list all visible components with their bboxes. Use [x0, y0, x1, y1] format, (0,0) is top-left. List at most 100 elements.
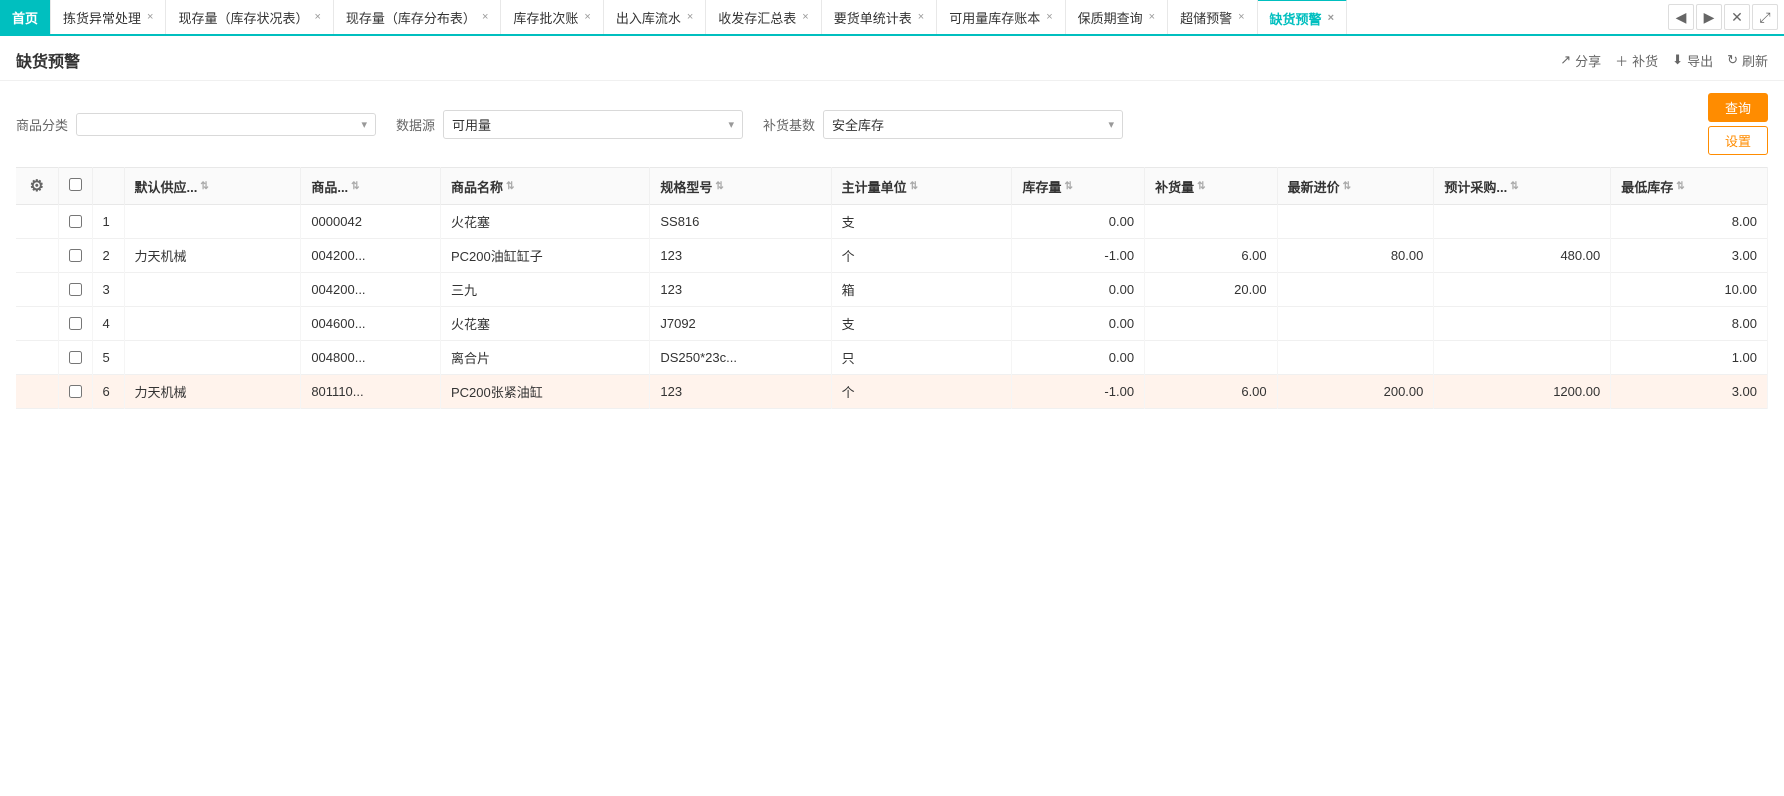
nav-prev-button[interactable]: ◀ [1668, 4, 1694, 30]
cell-unit-0: 支 [831, 205, 1012, 239]
cell-est-purchase-0 [1434, 205, 1611, 239]
settings-button[interactable]: 设置 [1708, 126, 1768, 155]
nav-tab-10-label: 超储预警 [1180, 8, 1232, 27]
datasource-select[interactable]: 可用量 ▾ [443, 110, 743, 139]
cell-unit-4: 只 [831, 341, 1012, 375]
nav-tab-7[interactable]: 要货单统计表 × [822, 0, 937, 35]
replenish-icon: ＋ [1615, 51, 1628, 70]
cell-settings-5 [16, 375, 58, 409]
share-action[interactable]: ↗ 分享 [1560, 51, 1601, 70]
table-row[interactable]: 4 004600... 火花塞 J7092 支 0.00 8.00 [16, 307, 1768, 341]
nav-tab-1-close[interactable]: × [147, 11, 153, 23]
th-replenish-qty[interactable]: 补货量 ⇅ [1145, 168, 1278, 205]
query-button[interactable]: 查询 [1708, 93, 1768, 122]
nav-tab-2-close[interactable]: × [314, 11, 320, 23]
cell-checkbox-2[interactable] [58, 273, 92, 307]
cell-checkbox-4[interactable] [58, 341, 92, 375]
th-min-stock[interactable]: 最低库存 ⇅ [1611, 168, 1768, 205]
nav-next-button[interactable]: ▶ [1696, 4, 1722, 30]
cell-replenish-qty-5: 6.00 [1145, 375, 1278, 409]
th-code[interactable]: 商品... ⇅ [301, 168, 441, 205]
settings-icon[interactable]: ⚙ [30, 178, 44, 195]
cell-checkbox-0[interactable] [58, 205, 92, 239]
cell-spec-1: 123 [650, 239, 831, 273]
cell-supplier-2 [124, 273, 301, 307]
row-checkbox-0[interactable] [69, 215, 82, 228]
th-stock-label: 库存量 [1022, 177, 1061, 196]
nav-tab-7-close[interactable]: × [918, 11, 924, 23]
row-checkbox-2[interactable] [69, 283, 82, 296]
replenish-filter-label: 补货基数 [763, 115, 815, 134]
page-header: 缺货预警 ↗ 分享 ＋ 补货 ⬇ 导出 ↻ 刷新 [0, 36, 1784, 81]
table-row[interactable]: 2 力天机械 004200... PC200油缸缸子 123 个 -1.00 6… [16, 239, 1768, 273]
cell-supplier-1: 力天机械 [124, 239, 301, 273]
th-spec[interactable]: 规格型号 ⇅ [650, 168, 831, 205]
cell-supplier-0 [124, 205, 301, 239]
nav-tab-10[interactable]: 超储预警 × [1168, 0, 1257, 35]
th-est-purchase[interactable]: 预计采购... ⇅ [1434, 168, 1611, 205]
row-checkbox-5[interactable] [69, 385, 82, 398]
th-unit-label: 主计量单位 [842, 177, 907, 196]
nav-tab-4-close[interactable]: × [584, 11, 590, 23]
cell-code-2: 004200... [301, 273, 441, 307]
cell-checkbox-1[interactable] [58, 239, 92, 273]
table-row[interactable]: 1 0000042 火花塞 SS816 支 0.00 8.00 [16, 205, 1768, 239]
nav-tab-3[interactable]: 现存量（库存分布表） × [334, 0, 501, 35]
nav-tab-6[interactable]: 收发存汇总表 × [706, 0, 821, 35]
cell-stock-5: -1.00 [1012, 375, 1145, 409]
filter-bar: 商品分类 ▾ 数据源 可用量 ▾ 补货基数 安全库存 ▾ 查询 设置 [0, 81, 1784, 167]
th-latest-price[interactable]: 最新进价 ⇅ [1277, 168, 1434, 205]
cell-min-stock-5: 3.00 [1611, 375, 1768, 409]
nav-tab-2[interactable]: 现存量（库存状况表） × [166, 0, 333, 35]
replenish-label: 补货 [1632, 51, 1658, 70]
nav-tab-7-label: 要货单统计表 [834, 8, 912, 27]
cell-code-4: 004800... [301, 341, 441, 375]
category-select[interactable]: ▾ [76, 113, 376, 136]
cell-checkbox-3[interactable] [58, 307, 92, 341]
nav-tab-8-close[interactable]: × [1046, 11, 1052, 23]
row-checkbox-4[interactable] [69, 351, 82, 364]
cell-supplier-3 [124, 307, 301, 341]
replenish-select[interactable]: 安全库存 ▾ [823, 110, 1123, 139]
th-settings[interactable]: ⚙ [16, 168, 58, 205]
nav-tab-3-close[interactable]: × [482, 11, 488, 23]
nav-tab-9[interactable]: 保质期查询 × [1066, 0, 1168, 35]
table-row[interactable]: 6 力天机械 801110... PC200张紧油缸 123 个 -1.00 6… [16, 375, 1768, 409]
cell-latest-price-1: 80.00 [1277, 239, 1434, 273]
nav-tab-10-close[interactable]: × [1238, 11, 1244, 23]
th-unit[interactable]: 主计量单位 ⇅ [831, 168, 1012, 205]
nav-tab-9-close[interactable]: × [1149, 11, 1155, 23]
cell-index-2: 3 [92, 273, 124, 307]
cell-settings-3 [16, 307, 58, 341]
table-row[interactable]: 3 004200... 三九 123 箱 0.00 20.00 10.00 [16, 273, 1768, 307]
nav-expand-button[interactable]: ⤢ [1752, 4, 1778, 30]
select-all-checkbox[interactable] [69, 178, 82, 191]
cell-name-4: 离合片 [441, 341, 650, 375]
table-row[interactable]: 5 004800... 离合片 DS250*23c... 只 0.00 1.00 [16, 341, 1768, 375]
nav-tab-5-label: 出入库流水 [616, 8, 681, 27]
nav-close-button[interactable]: ✕ [1724, 4, 1750, 30]
th-checkbox[interactable] [58, 168, 92, 205]
th-supplier[interactable]: 默认供应... ⇅ [124, 168, 301, 205]
nav-tab-11-close[interactable]: × [1328, 12, 1334, 24]
nav-tab-1[interactable]: 拣货异常处理 × [51, 0, 166, 35]
nav-tab-8[interactable]: 可用量库存账本 × [937, 0, 1065, 35]
replenish-action[interactable]: ＋ 补货 [1615, 51, 1658, 70]
nav-tab-5-close[interactable]: × [687, 11, 693, 23]
th-name[interactable]: 商品名称 ⇅ [441, 168, 650, 205]
refresh-action[interactable]: ↻ 刷新 [1727, 51, 1768, 70]
export-action[interactable]: ⬇ 导出 [1672, 51, 1713, 70]
nav-tab-11[interactable]: 缺货预警 × [1258, 0, 1347, 35]
cell-checkbox-5[interactable] [58, 375, 92, 409]
row-checkbox-3[interactable] [69, 317, 82, 330]
cell-est-purchase-5: 1200.00 [1434, 375, 1611, 409]
nav-tab-home[interactable]: 首页 [0, 0, 51, 35]
row-checkbox-1[interactable] [69, 249, 82, 262]
sort-name-icon: ⇅ [506, 181, 514, 192]
cell-settings-2 [16, 273, 58, 307]
nav-tab-5[interactable]: 出入库流水 × [604, 0, 706, 35]
nav-tab-4[interactable]: 库存批次账 × [501, 0, 603, 35]
nav-tab-6-label: 收发存汇总表 [718, 8, 796, 27]
nav-tab-6-close[interactable]: × [802, 11, 808, 23]
th-stock[interactable]: 库存量 ⇅ [1012, 168, 1145, 205]
